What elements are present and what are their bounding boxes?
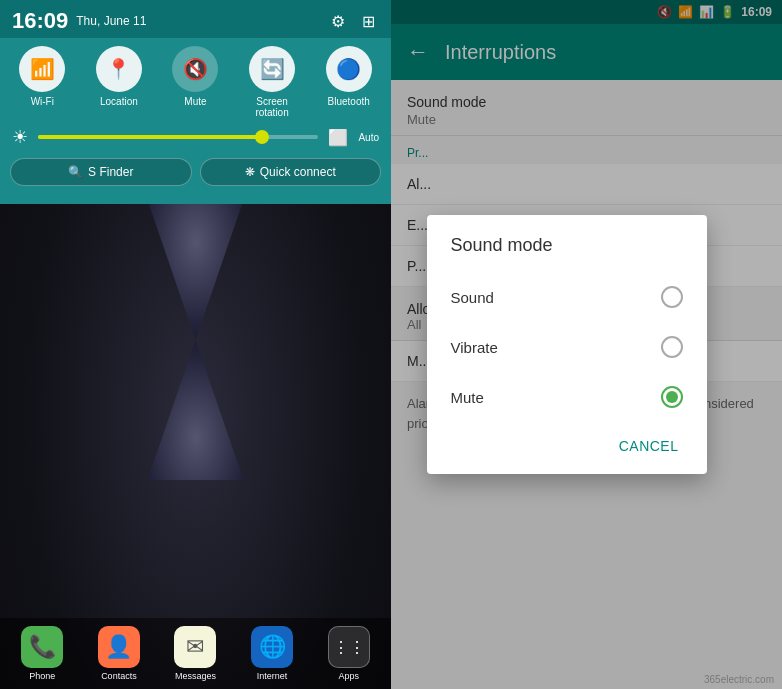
dock-internet[interactable]: 🌐 Internet	[251, 626, 293, 681]
phone-icon[interactable]: 📞	[21, 626, 63, 668]
dialog-actions: CANCEL	[427, 422, 707, 466]
dock-contacts[interactable]: 👤 Contacts	[98, 626, 140, 681]
toggle-location[interactable]: 📍 Location	[85, 46, 153, 118]
apps-icon[interactable]: ⋮⋮	[328, 626, 370, 668]
gear-icon[interactable]: ⚙	[327, 10, 349, 32]
auto-label: Auto	[358, 132, 379, 143]
messages-icon[interactable]: ✉	[174, 626, 216, 668]
mute-option-label: Mute	[451, 389, 484, 406]
brightness-row[interactable]: ☀ ⬜ Auto	[0, 122, 391, 152]
brightness-icon: ☀	[12, 126, 28, 148]
sound-option-label: Sound	[451, 289, 494, 306]
mute-option[interactable]: Mute	[427, 372, 707, 422]
quick-connect-label: Quick connect	[260, 165, 336, 179]
cancel-button[interactable]: CANCEL	[607, 430, 691, 462]
internet-icon[interactable]: 🌐	[251, 626, 293, 668]
apps-label: Apps	[338, 671, 359, 681]
phone-label: Phone	[29, 671, 55, 681]
quick-connect-icon: ❋	[245, 165, 255, 179]
vibrate-option[interactable]: Vibrate	[427, 322, 707, 372]
left-panel: 16:09 Thu, June 11 ⚙ ⊞ 📶 Wi-Fi 📍 Locatio…	[0, 0, 391, 689]
wifi-label: Wi-Fi	[31, 96, 54, 107]
dock-apps[interactable]: ⋮⋮ Apps	[328, 626, 370, 681]
toggle-wifi[interactable]: 📶 Wi-Fi	[8, 46, 76, 118]
finder-row: 🔍 S Finder ❋ Quick connect	[0, 152, 391, 194]
hourglass-decoration	[136, 200, 256, 480]
location-label: Location	[100, 96, 138, 107]
location-button[interactable]: 📍	[96, 46, 142, 92]
grid-icon[interactable]: ⊞	[357, 10, 379, 32]
dialog-overlay: Sound mode Sound Vibrate Mute CANCEL	[391, 0, 782, 689]
internet-label: Internet	[257, 671, 288, 681]
right-panel: 🔇 📶 📊 🔋 16:09 ← Interruptions Sound mode…	[391, 0, 782, 689]
quick-connect-button[interactable]: ❋ Quick connect	[200, 158, 382, 186]
quick-toggles: 📶 Wi-Fi 📍 Location 🔇 Mute 🔄 Screenrotati…	[0, 38, 391, 122]
screen-rotation-label: Screenrotation	[255, 96, 288, 118]
status-bar: 16:09 Thu, June 11 ⚙ ⊞	[0, 0, 391, 38]
bluetooth-button[interactable]: 🔵	[326, 46, 372, 92]
mute-radio[interactable]	[661, 386, 683, 408]
mute-button[interactable]: 🔇	[172, 46, 218, 92]
auto-icon: ⬜	[328, 128, 348, 147]
sound-mode-dialog: Sound mode Sound Vibrate Mute CANCEL	[427, 215, 707, 474]
vibrate-radio[interactable]	[661, 336, 683, 358]
notification-panel: 16:09 Thu, June 11 ⚙ ⊞ 📶 Wi-Fi 📍 Locatio…	[0, 0, 391, 204]
toggle-mute[interactable]: 🔇 Mute	[161, 46, 229, 118]
mute-label: Mute	[184, 96, 206, 107]
s-finder-button[interactable]: 🔍 S Finder	[10, 158, 192, 186]
sound-radio[interactable]	[661, 286, 683, 308]
toggle-screen-rotation[interactable]: 🔄 Screenrotation	[238, 46, 306, 118]
contacts-label: Contacts	[101, 671, 137, 681]
status-date: Thu, June 11	[76, 14, 327, 28]
brightness-slider[interactable]	[38, 135, 318, 139]
screen-rotation-button[interactable]: 🔄	[249, 46, 295, 92]
messages-label: Messages	[175, 671, 216, 681]
vibrate-option-label: Vibrate	[451, 339, 498, 356]
toggle-bluetooth[interactable]: 🔵 Bluetooth	[315, 46, 383, 118]
mute-radio-fill	[666, 391, 678, 403]
s-finder-label: S Finder	[88, 165, 133, 179]
contacts-icon[interactable]: 👤	[98, 626, 140, 668]
s-finder-icon: 🔍	[68, 165, 83, 179]
dock-messages[interactable]: ✉ Messages	[174, 626, 216, 681]
status-time: 16:09	[12, 8, 68, 34]
status-icons-right: ⚙ ⊞	[327, 10, 379, 32]
bluetooth-label: Bluetooth	[328, 96, 370, 107]
dock-phone[interactable]: 📞 Phone	[21, 626, 63, 681]
wifi-button[interactable]: 📶	[19, 46, 65, 92]
app-dock: 📞 Phone 👤 Contacts ✉ Messages 🌐 Internet…	[0, 618, 391, 689]
dialog-title: Sound mode	[427, 235, 707, 272]
sound-option[interactable]: Sound	[427, 272, 707, 322]
